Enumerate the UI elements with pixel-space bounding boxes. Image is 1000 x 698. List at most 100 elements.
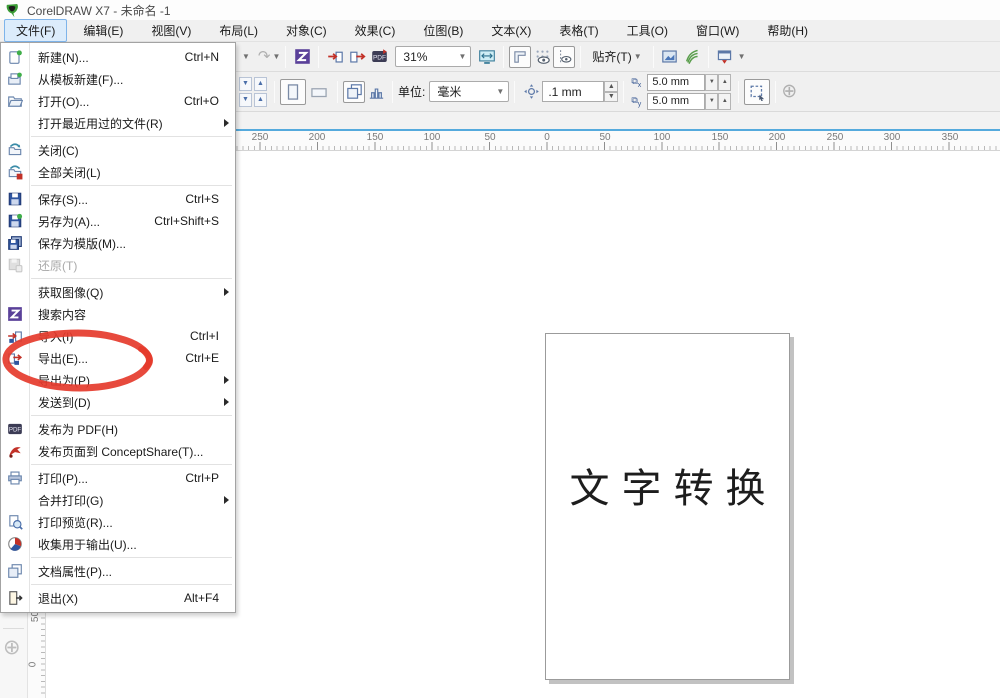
file-menu-item[interactable]: 发布页面到 ConceptShare(T)...	[1, 440, 235, 462]
submenu-arrow-icon	[224, 496, 229, 504]
document-page[interactable]: 文字转换	[545, 333, 790, 680]
file-menu-item[interactable]: 保存为模版(M)...	[1, 232, 235, 254]
menu-item-shortcut: Ctrl+O	[184, 94, 235, 108]
duplicate-distance-x-input[interactable]: 5.0 mm	[647, 74, 705, 91]
file-menu-item[interactable]: 退出(X) Alt+F4	[1, 587, 235, 609]
import-icon[interactable]	[324, 46, 346, 68]
ruler-label: 100	[424, 132, 441, 143]
units-combo[interactable]: 毫米 ▼	[429, 81, 509, 102]
coreldraw-logo-icon	[5, 3, 20, 18]
menubar-item[interactable]: 工具(O)	[615, 19, 680, 42]
file-menu-item[interactable]: 打印(P)... Ctrl+P	[1, 467, 235, 489]
menu-item-icon	[7, 306, 23, 322]
menu-item-icon	[7, 394, 23, 410]
page-text[interactable]: 文字转换	[546, 456, 789, 514]
portrait-orientation-button[interactable]	[280, 79, 306, 105]
menu-item-label: 获取图像(Q)	[38, 284, 103, 301]
toolbar-separator	[392, 81, 393, 103]
file-menu-item[interactable]: 新建(N)... Ctrl+N	[1, 46, 235, 68]
page-size-spinners[interactable]: ▼▲ ▼▲	[239, 77, 267, 107]
ruler-label: 150	[367, 132, 384, 143]
file-menu-item[interactable]: 文档属性(P)...	[1, 560, 235, 582]
menubar-item[interactable]: 文件(F)	[4, 19, 67, 42]
file-menu-item[interactable]: 打开(O)... Ctrl+O	[1, 90, 235, 112]
file-menu-item[interactable]: 打印预览(R)...	[1, 511, 235, 533]
file-menu-item[interactable]: 关闭(C)	[1, 139, 235, 161]
units-dropdown-arrow[interactable]: ▼	[496, 87, 504, 96]
show-rulers-toggle[interactable]	[509, 46, 531, 68]
redo-icon[interactable]: ↷	[258, 49, 271, 64]
menu-item-icon	[7, 93, 23, 109]
menubar-item[interactable]: 表格(T)	[547, 19, 610, 42]
file-menu-item[interactable]: 打开最近用过的文件(R)	[1, 112, 235, 134]
menu-separator	[31, 464, 232, 465]
show-grid-toggle[interactable]	[531, 46, 553, 68]
toolbox-add-icon[interactable]: ⊕	[3, 635, 21, 660]
launcher-dropdown-arrow[interactable]: ▼	[738, 52, 746, 61]
menu-item-shortcut: Alt+F4	[184, 591, 235, 605]
file-menu-item[interactable]: 导入(I) Ctrl+I	[1, 325, 235, 347]
ruler-label: 50	[484, 132, 495, 143]
menubar-item[interactable]: 布局(L)	[207, 19, 270, 42]
file-menu-item[interactable]: 导出为(P)	[1, 369, 235, 391]
menubar-item[interactable]: 位图(B)	[411, 19, 475, 42]
menu-item-label: 合并打印(G)	[38, 492, 103, 509]
file-menu-item[interactable]: 合并打印(G)	[1, 489, 235, 511]
menubar-item[interactable]: 帮助(H)	[755, 19, 820, 42]
menubar-item[interactable]: 文本(X)	[479, 19, 543, 42]
application-launcher-icon[interactable]	[681, 46, 703, 68]
duplicate-distance-x-spinner[interactable]: ▼▲	[705, 74, 731, 91]
zoom-to-page-icon[interactable]	[476, 46, 498, 68]
file-menu-item[interactable]: 发送到(D)	[1, 391, 235, 413]
publish-pdf-icon[interactable]: PDF	[368, 46, 390, 68]
zoom-dropdown-arrow[interactable]: ▼	[459, 52, 467, 61]
spinner-up-icon[interactable]: ▲	[254, 93, 267, 107]
file-menu-item[interactable]: 全部关闭(L)	[1, 161, 235, 183]
spinner-up-icon[interactable]: ▲	[604, 81, 618, 92]
duplicate-distance-y-input[interactable]: 5.0 mm	[647, 93, 705, 110]
file-menu-item[interactable]: 收集用于输出(U)...	[1, 533, 235, 555]
file-menu-item[interactable]: 还原(T)	[1, 254, 235, 276]
file-menu-item[interactable]: 从模板新建(F)...	[1, 68, 235, 90]
landscape-orientation-button[interactable]	[306, 79, 332, 105]
export-icon[interactable]	[346, 46, 368, 68]
show-guidelines-toggle[interactable]	[553, 46, 575, 68]
spinner-up-icon[interactable]: ▲	[254, 77, 267, 91]
menubar-item[interactable]: 效果(C)	[343, 19, 408, 42]
menubar-item[interactable]: 对象(C)	[274, 19, 339, 42]
welcome-screen-icon[interactable]	[714, 46, 736, 68]
customize-plus-icon[interactable]: ⊕	[781, 82, 797, 101]
all-pages-button[interactable]	[343, 81, 365, 103]
current-page-button[interactable]	[365, 81, 387, 103]
spinner-down-icon[interactable]: ▼	[239, 77, 252, 91]
menubar-item[interactable]: 视图(V)	[139, 19, 203, 42]
nudge-offset-input[interactable]: .1 mm	[542, 81, 604, 102]
file-menu-item[interactable]: 获取图像(Q)	[1, 281, 235, 303]
options-icon[interactable]	[659, 46, 681, 68]
file-menu-item[interactable]: 导出(E)... Ctrl+E	[1, 347, 235, 369]
search-content-icon[interactable]	[291, 46, 313, 68]
menubar-item[interactable]: 编辑(E)	[71, 19, 135, 42]
file-menu-item[interactable]: 搜索内容	[1, 303, 235, 325]
ruler-label: 200	[769, 132, 786, 143]
spinner-down-icon[interactable]: ▼	[604, 92, 618, 103]
window-title: CorelDRAW X7 - 未命名 -1	[27, 2, 171, 19]
snap-to-button[interactable]: 贴齐(T) ▼	[586, 48, 647, 65]
zoom-level-combo[interactable]: 31% ▼	[395, 46, 471, 67]
menubar-item[interactable]: 窗口(W)	[684, 19, 751, 42]
spinner-down-icon[interactable]: ▼	[239, 93, 252, 107]
duplicate-distance-y-spinner[interactable]: ▼▲	[705, 93, 731, 110]
file-menu-item[interactable]: 保存(S)... Ctrl+S	[1, 188, 235, 210]
undo-dropdown-arrow[interactable]: ▼	[242, 52, 250, 61]
file-menu-item[interactable]: PDF 发布为 PDF(H)	[1, 418, 235, 440]
menu-separator	[31, 136, 232, 137]
redo-dropdown-arrow[interactable]: ▼	[273, 52, 281, 61]
ruler-label: 350	[942, 132, 959, 143]
nudge-spinner[interactable]: ▲ ▼	[604, 81, 618, 102]
file-menu-item[interactable]: 另存为(A)... Ctrl+Shift+S	[1, 210, 235, 232]
menu-item-icon	[7, 213, 23, 229]
duplicate-distance-x-value: 5.0 mm	[652, 76, 689, 88]
treat-as-filled-toggle[interactable]	[744, 79, 770, 105]
file-menu-dropdown: 新建(N)... Ctrl+N 从模板新建(F)... 打开(O)... Ctr…	[0, 42, 236, 613]
snap-dropdown-arrow[interactable]: ▼	[634, 52, 642, 61]
